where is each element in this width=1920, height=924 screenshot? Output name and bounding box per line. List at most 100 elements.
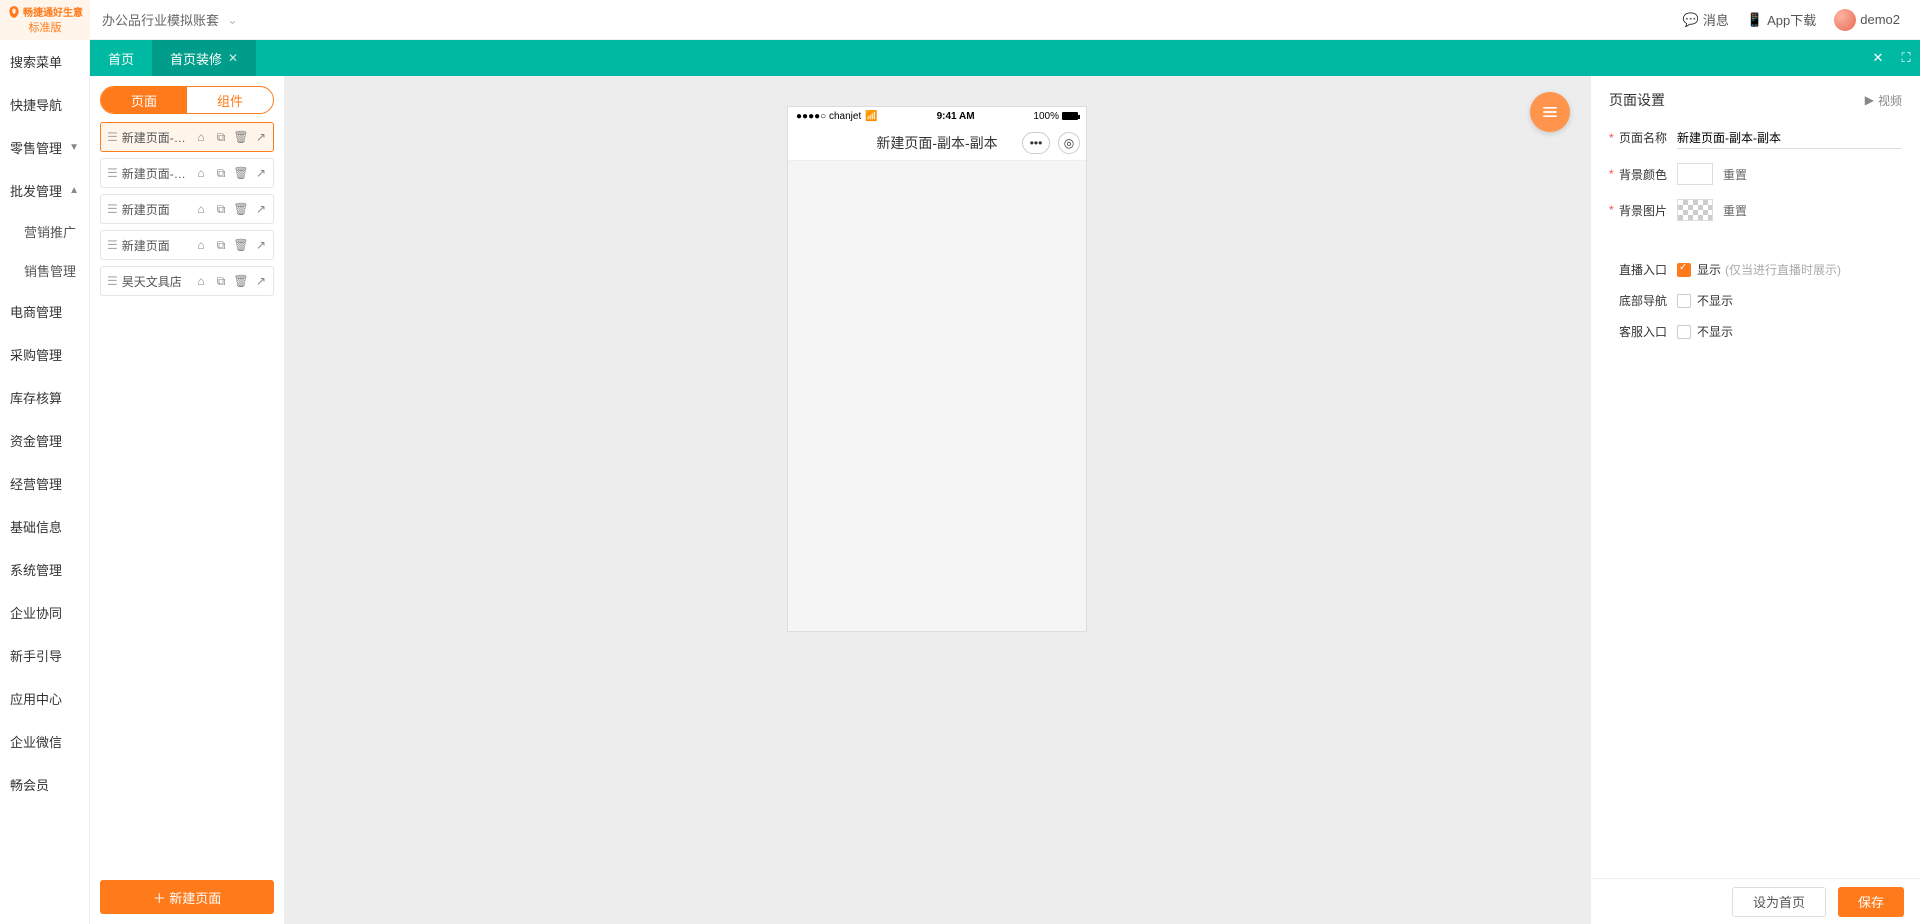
- nav-basic-info[interactable]: 基础信息: [0, 505, 89, 548]
- nav-retail[interactable]: 零售管理▼: [0, 126, 89, 169]
- delete-icon[interactable]: 🗑: [233, 274, 249, 288]
- drag-icon[interactable]: ☰: [107, 238, 118, 252]
- seg-page[interactable]: 页面: [101, 87, 187, 113]
- input-page-name[interactable]: [1677, 126, 1902, 149]
- reset-bg-color[interactable]: 重置: [1723, 166, 1747, 183]
- drag-icon[interactable]: ☰: [107, 166, 118, 180]
- app-download-link[interactable]: 📱 App下载: [1747, 10, 1816, 29]
- mobile-icon: 📱: [1747, 12, 1763, 28]
- canvas[interactable]: ●●●●○ chanjet 📶 9:41 AM 100% 新建页面-副本-副本 …: [284, 76, 1590, 924]
- nav-marketing[interactable]: 营销推广: [0, 212, 89, 251]
- copy-icon[interactable]: ⧉: [213, 238, 229, 253]
- canvas-menu-fab[interactable]: [1530, 92, 1570, 132]
- seg-toggle: 页面 组件: [100, 86, 274, 114]
- user-menu[interactable]: demo2: [1834, 9, 1900, 31]
- home-icon[interactable]: ⌂: [193, 238, 209, 252]
- page-row[interactable]: ☰ 新建页面 ⌂ ⧉ 🗑 ↗: [100, 194, 274, 224]
- message-icon: 💬: [1683, 12, 1699, 28]
- phone-body[interactable]: [788, 161, 1086, 631]
- nav-wechat-work[interactable]: 企业微信: [0, 720, 89, 763]
- play-icon: ▶: [1865, 93, 1874, 107]
- phone-status-bar: ●●●●○ chanjet 📶 9:41 AM 100%: [788, 107, 1086, 125]
- home-icon[interactable]: ⌂: [193, 166, 209, 180]
- copy-icon[interactable]: ⧉: [213, 202, 229, 217]
- account-set-name: 办公品行业模拟账套: [102, 10, 219, 29]
- checkbox-bottom-nav[interactable]: [1677, 294, 1691, 308]
- bg-image-swatch[interactable]: [1677, 199, 1713, 221]
- phone-time: 9:41 AM: [878, 111, 1034, 122]
- page-row[interactable]: ☰ 新建页面-副本 ⌂ ⧉ 🗑 ↗: [100, 158, 274, 188]
- close-icon[interactable]: ✕: [228, 51, 238, 65]
- nav-inventory[interactable]: 库存核算: [0, 376, 89, 419]
- tab-close-all-icon[interactable]: ✕: [1864, 40, 1892, 76]
- nav-search-menu[interactable]: 搜索菜单: [0, 40, 89, 83]
- page-name: 新建页面: [122, 201, 189, 218]
- nav-vip[interactable]: 畅会员: [0, 763, 89, 806]
- page-row[interactable]: ☰ 昊天文具店 ⌂ ⧉ 🗑 ↗: [100, 266, 274, 296]
- video-help-link[interactable]: ▶ 视频: [1865, 92, 1902, 109]
- home-icon[interactable]: ⌂: [193, 202, 209, 216]
- nav-funds[interactable]: 资金管理: [0, 419, 89, 462]
- checkbox-live-show[interactable]: [1677, 263, 1691, 277]
- nav-purchase[interactable]: 采购管理: [0, 333, 89, 376]
- pages-panel: 页面 组件 ☰ 新建页面-副本... ⌂ ⧉ 🗑 ↗ ☰ 新建页面-副本: [90, 76, 284, 924]
- settings-title: 页面设置: [1609, 90, 1665, 110]
- service-text: 不显示: [1697, 323, 1733, 340]
- seg-component[interactable]: 组件: [187, 87, 273, 113]
- drag-icon[interactable]: ☰: [107, 274, 118, 288]
- reset-bg-image[interactable]: 重置: [1723, 202, 1747, 219]
- settings-footer: 设为首页 保存: [1591, 878, 1920, 924]
- tab-home-decor[interactable]: 首页装修 ✕: [152, 40, 256, 76]
- miniapp-close-icon[interactable]: ◎: [1058, 132, 1080, 154]
- delete-icon[interactable]: 🗑: [233, 130, 249, 144]
- page-name: 新建页面: [122, 237, 189, 254]
- share-icon[interactable]: ↗: [253, 274, 269, 288]
- nav-collab[interactable]: 企业协同: [0, 591, 89, 634]
- copy-icon[interactable]: ⧉: [213, 274, 229, 289]
- share-icon[interactable]: ↗: [253, 202, 269, 216]
- nav-sales[interactable]: 销售管理: [0, 251, 89, 290]
- copy-icon[interactable]: ⧉: [213, 166, 229, 181]
- account-set-selector[interactable]: 办公品行业模拟账套 ⌄: [102, 10, 238, 29]
- nav-operation[interactable]: 经营管理: [0, 462, 89, 505]
- nav-wholesale[interactable]: 批发管理▲: [0, 169, 89, 212]
- tab-home[interactable]: 首页: [90, 40, 152, 76]
- messages-link[interactable]: 💬 消息: [1683, 10, 1729, 29]
- delete-icon[interactable]: 🗑: [233, 238, 249, 252]
- home-icon[interactable]: ⌂: [193, 274, 209, 288]
- messages-label: 消息: [1703, 10, 1729, 29]
- share-icon[interactable]: ↗: [253, 238, 269, 252]
- tab-strip: 首页 首页装修 ✕ ✕ ⛶: [90, 40, 1920, 76]
- nav-quick-nav[interactable]: 快捷导航: [0, 83, 89, 126]
- brand-logo-icon: [7, 5, 21, 19]
- chevron-down-icon: ⌄: [227, 12, 238, 28]
- set-home-button[interactable]: 设为首页: [1732, 887, 1826, 917]
- page-name: 新建页面-副本: [122, 165, 189, 182]
- menu-icon: [1540, 102, 1560, 122]
- nav-app-center[interactable]: 应用中心: [0, 677, 89, 720]
- page-row[interactable]: ☰ 新建页面-副本... ⌂ ⧉ 🗑 ↗: [100, 122, 274, 152]
- phone-title-bar: 新建页面-副本-副本 ••• ◎: [788, 125, 1086, 161]
- copy-icon[interactable]: ⧉: [213, 130, 229, 145]
- bg-color-swatch[interactable]: [1677, 163, 1713, 185]
- delete-icon[interactable]: 🗑: [233, 166, 249, 180]
- drag-icon[interactable]: ☰: [107, 202, 118, 216]
- delete-icon[interactable]: 🗑: [233, 202, 249, 216]
- nav-guide[interactable]: 新手引导: [0, 634, 89, 677]
- checkbox-service[interactable]: [1677, 325, 1691, 339]
- nav-system[interactable]: 系统管理: [0, 548, 89, 591]
- share-icon[interactable]: ↗: [253, 166, 269, 180]
- share-icon[interactable]: ↗: [253, 130, 269, 144]
- home-icon[interactable]: ⌂: [193, 130, 209, 144]
- miniapp-more-icon[interactable]: •••: [1022, 132, 1050, 154]
- save-button[interactable]: 保存: [1838, 887, 1904, 917]
- drag-icon[interactable]: ☰: [107, 130, 118, 144]
- fullscreen-icon[interactable]: ⛶: [1892, 40, 1920, 76]
- nav-ecommerce[interactable]: 电商管理: [0, 290, 89, 333]
- new-page-button[interactable]: ＋ 新建页面: [100, 880, 274, 914]
- side-nav: 搜索菜单 快捷导航 零售管理▼ 批发管理▲ 营销推广 销售管理 电商管理 采购管…: [0, 40, 90, 924]
- page-row[interactable]: ☰ 新建页面 ⌂ ⧉ 🗑 ↗: [100, 230, 274, 260]
- brand-logo-block[interactable]: 畅捷通好生意 标准版: [0, 0, 90, 40]
- phone-battery-pct: 100%: [1033, 111, 1059, 122]
- page-name: 昊天文具店: [122, 273, 189, 290]
